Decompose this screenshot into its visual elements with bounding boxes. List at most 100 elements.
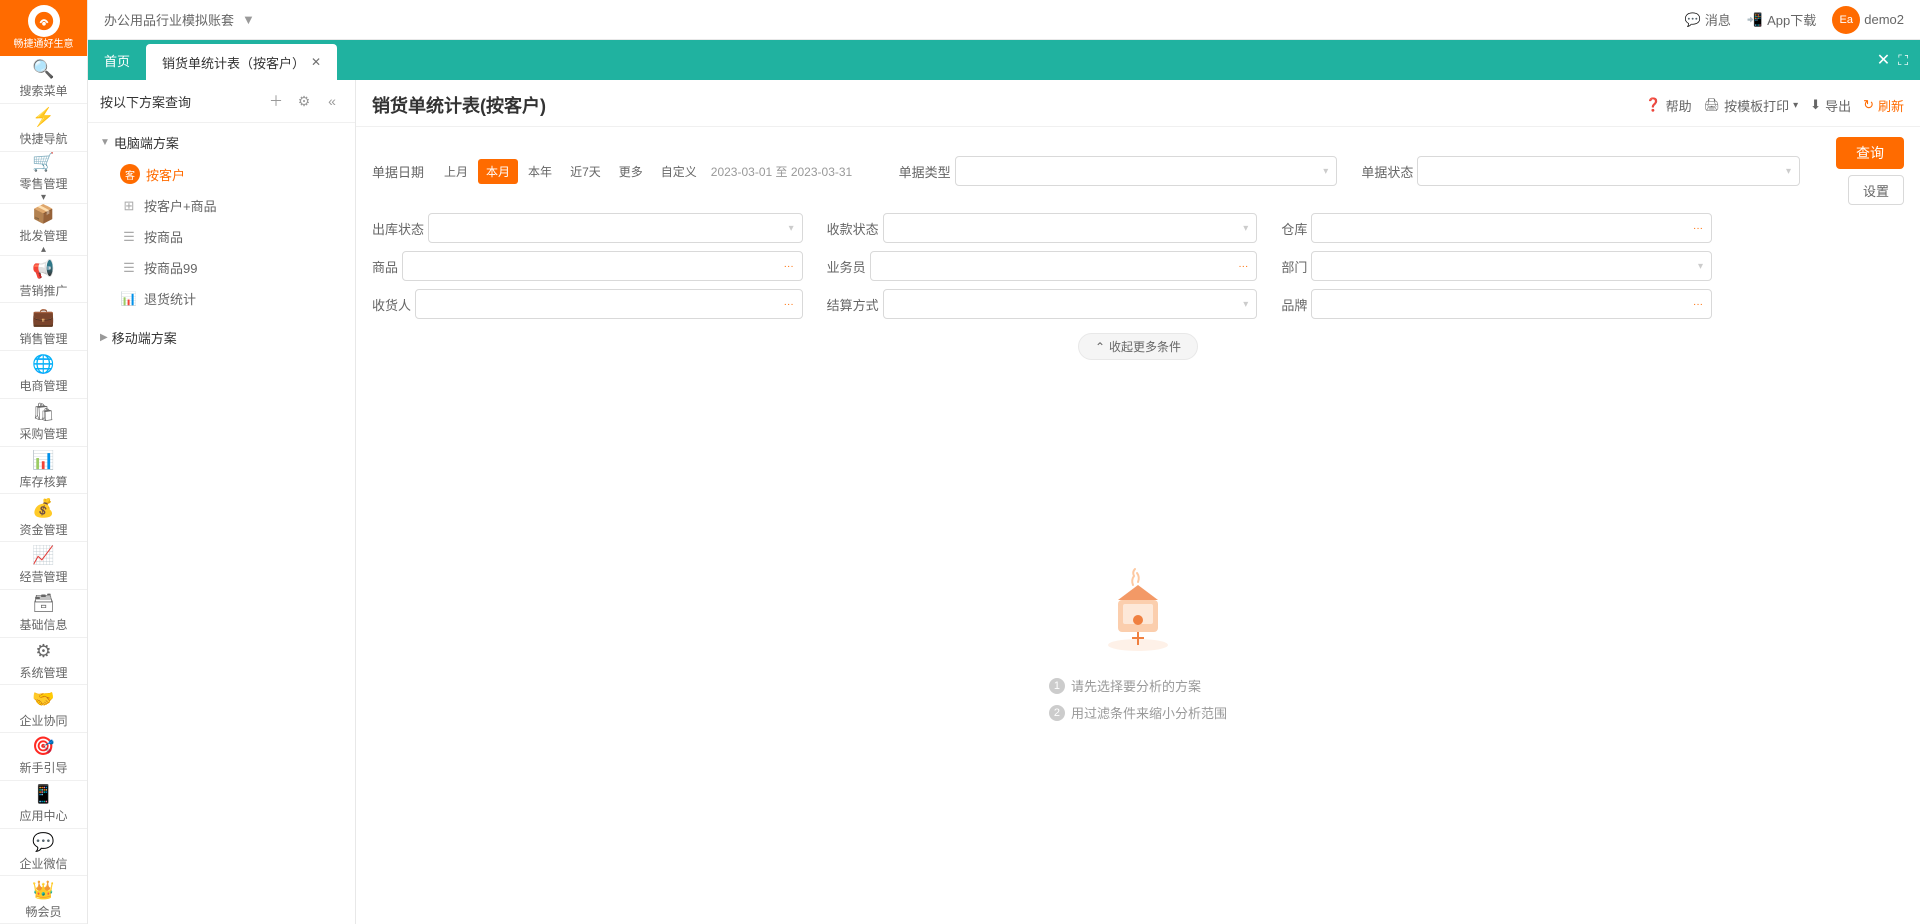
inventory-icon: 📊 xyxy=(32,450,54,471)
sidebar-item-quicknav[interactable]: ⚡ 快捷导航 xyxy=(0,104,88,152)
sidebar-item-member[interactable]: 👑 畅会员 xyxy=(0,876,88,924)
sidebar-item-newguide[interactable]: 🎯 新手引导 xyxy=(0,733,88,781)
salesman-dots-icon: ··· xyxy=(1238,261,1248,272)
topbar: 办公用品行业模拟账套 ▼ 💬 消息 📲 App下载 Ea demo2 xyxy=(88,0,1920,40)
tree-child-by-goods-label: 按商品 xyxy=(144,227,183,246)
sidebar-item-wechat[interactable]: 💬 企业微信 xyxy=(0,829,88,877)
sidebar-item-marketing[interactable]: 📢 营销推广 xyxy=(0,256,88,304)
dropdown-arrow-icon[interactable]: ▼ xyxy=(242,12,255,27)
order-status-arrow-icon: ▾ xyxy=(1786,166,1791,177)
sidebar-item-wholesale[interactable]: 📦 批发管理 ▴ xyxy=(0,204,88,256)
marketing-icon: 📢 xyxy=(32,259,54,280)
message-icon: 💬 xyxy=(1685,12,1701,28)
sidebar-item-retail[interactable]: 🛒 零售管理 ▾ xyxy=(0,152,88,204)
tree-parent-mobile[interactable]: ▶ 移动端方案 xyxy=(88,322,355,353)
collection-status-select[interactable]: ▾ xyxy=(883,213,1258,243)
topbar-right: 💬 消息 📲 App下载 Ea demo2 xyxy=(1685,6,1904,34)
action-buttons: 查询 设置 xyxy=(1824,137,1904,205)
date-btn-this-month[interactable]: 本月 xyxy=(478,159,518,184)
sidebar-item-apps[interactable]: 📱 应用中心 xyxy=(0,781,88,829)
tree-child-goods99[interactable]: ☰ 按商品99 xyxy=(88,252,355,283)
app-download-btn[interactable]: 📲 App下载 xyxy=(1747,10,1816,29)
tab-home-label: 首页 xyxy=(104,51,130,70)
order-type-select[interactable]: ▾ xyxy=(955,156,1338,186)
collapse-panel-btn[interactable]: « xyxy=(321,90,343,112)
sidebar-item-label: 基础信息 xyxy=(19,616,67,633)
close-window-icon[interactable]: ✕ xyxy=(1877,50,1890,70)
order-type-label: 单据类型 xyxy=(899,162,951,181)
tree-child-customer-goods[interactable]: ⊞ 按客户+商品 xyxy=(88,190,355,221)
add-scheme-btn[interactable]: ＋ xyxy=(265,90,287,112)
user-menu[interactable]: Ea demo2 xyxy=(1832,6,1904,34)
recipient-select[interactable]: ··· xyxy=(415,289,803,319)
order-status-label: 单据状态 xyxy=(1361,162,1413,181)
download-icon: 📲 xyxy=(1747,12,1763,28)
tip-num-1: 1 xyxy=(1049,678,1065,694)
settings-btn[interactable]: 设置 xyxy=(1848,175,1904,205)
brand-select[interactable]: ··· xyxy=(1311,289,1712,319)
refresh-btn[interactable]: ↻ 刷新 xyxy=(1863,96,1904,115)
export-icon: ⬇ xyxy=(1810,97,1821,113)
query-btn[interactable]: 查询 xyxy=(1836,137,1904,169)
order-status-select[interactable]: ▾ xyxy=(1417,156,1800,186)
date-btn-7days[interactable]: 近7天 xyxy=(562,159,609,184)
recipient-label: 收货人 xyxy=(372,295,411,314)
out-status-select[interactable]: ▾ xyxy=(428,213,803,243)
sidebar-item-label: 应用中心 xyxy=(19,807,67,824)
date-btn-custom[interactable]: 自定义 xyxy=(653,159,705,184)
refresh-icon: ↻ xyxy=(1863,97,1874,113)
print-label: 按模板打印 xyxy=(1724,96,1789,115)
sidebar-item-label: 库存核算 xyxy=(19,473,67,490)
salesman-select[interactable]: ··· xyxy=(870,251,1258,281)
settlement-select[interactable]: ▾ xyxy=(883,289,1258,319)
print-btn[interactable]: 🖨 按模板打印 ▾ xyxy=(1704,96,1799,115)
tree-child-by-goods[interactable]: ☰ 按商品 xyxy=(88,221,355,252)
empty-state: 1 请先选择要分析的方案 2 用过滤条件来缩小分析范围 xyxy=(356,366,1920,924)
member-icon: 👑 xyxy=(32,880,54,901)
sidebar-item-finance[interactable]: 💰 资金管理 xyxy=(0,494,88,542)
tree-child-by-customer[interactable]: 客 按客户 xyxy=(88,158,355,190)
export-btn[interactable]: ⬇ 导出 xyxy=(1810,96,1851,115)
main-area: 办公用品行业模拟账套 ▼ 💬 消息 📲 App下载 Ea demo2 首页 xyxy=(88,0,1920,924)
date-btn-more[interactable]: 更多 xyxy=(611,159,651,184)
salesman-filter: 业务员 ··· xyxy=(827,251,1274,281)
date-btn-last-month[interactable]: 上月 xyxy=(436,159,476,184)
sidebar-item-sales[interactable]: 💼 销售管理 xyxy=(0,303,88,351)
tab-close-icon[interactable]: ✕ xyxy=(311,55,321,69)
sidebar-item-label: 企业协同 xyxy=(19,712,67,729)
print-icon: 🖨 xyxy=(1704,97,1721,113)
sidebar-item-basic[interactable]: 🗃 基础信息 xyxy=(0,590,88,638)
sidebar-item-inventory[interactable]: 📊 库存核算 xyxy=(0,447,88,495)
warehouse-select[interactable]: ··· xyxy=(1311,213,1712,243)
tree-parent-mobile-label: 移动端方案 xyxy=(112,328,177,347)
tree-child-return-stats[interactable]: 📊 退货统计 xyxy=(88,283,355,314)
collapse-btn[interactable]: ⌃ 收起更多条件 xyxy=(1078,333,1198,360)
maximize-window-icon[interactable]: ⛶ xyxy=(1898,52,1908,69)
dept-select[interactable]: ▾ xyxy=(1311,251,1712,281)
goods-label: 商品 xyxy=(372,257,398,276)
user-avatar: Ea xyxy=(1832,6,1860,34)
sidebar-item-ecom[interactable]: 🌐 电商管理 xyxy=(0,351,88,399)
tree-child-by-customer-label: 按客户 xyxy=(146,165,185,184)
tabbar: 首页 销货单统计表（按客户） ✕ ✕ ⛶ xyxy=(88,40,1920,80)
warehouse-dots-icon: ··· xyxy=(1693,223,1703,234)
tree-parent-desktop[interactable]: ▼ 电脑端方案 xyxy=(88,127,355,158)
date-btn-this-year[interactable]: 本年 xyxy=(520,159,560,184)
tab-home[interactable]: 首页 xyxy=(88,40,146,80)
help-btn[interactable]: ❓ 帮助 xyxy=(1645,96,1691,115)
order-type-filter: 单据类型 ▾ xyxy=(899,156,1354,186)
message-btn[interactable]: 💬 消息 xyxy=(1685,10,1731,29)
sidebar: 畅捷通好生意 🔍 搜索菜单 ⚡ 快捷导航 🛒 零售管理 ▾ 📦 批发管理 ▴ 📢… xyxy=(0,0,88,924)
sidebar-item-purchase[interactable]: 🛍 采购管理 xyxy=(0,399,88,447)
empty-tips: 1 请先选择要分析的方案 2 用过滤条件来缩小分析范围 xyxy=(1049,676,1227,730)
tab-sales-stats[interactable]: 销货单统计表（按客户） ✕ xyxy=(146,44,337,80)
sidebar-item-biz[interactable]: 📈 经营管理 xyxy=(0,542,88,590)
edit-scheme-btn[interactable]: ⚙ xyxy=(293,90,315,112)
goods-select[interactable]: ··· xyxy=(402,251,803,281)
logo-text: 畅捷通好生意 xyxy=(14,39,74,51)
sidebar-item-enterprise[interactable]: 🤝 企业协同 xyxy=(0,685,88,733)
quicknav-icon: ⚡ xyxy=(32,107,54,128)
content-area: 按以下方案查询 ＋ ⚙ « ▼ 电脑端方案 客 按客户 ⊞ 按客户 xyxy=(88,80,1920,924)
sidebar-item-search[interactable]: 🔍 搜索菜单 xyxy=(0,56,88,104)
sidebar-item-system[interactable]: ⚙ 系统管理 xyxy=(0,638,88,686)
